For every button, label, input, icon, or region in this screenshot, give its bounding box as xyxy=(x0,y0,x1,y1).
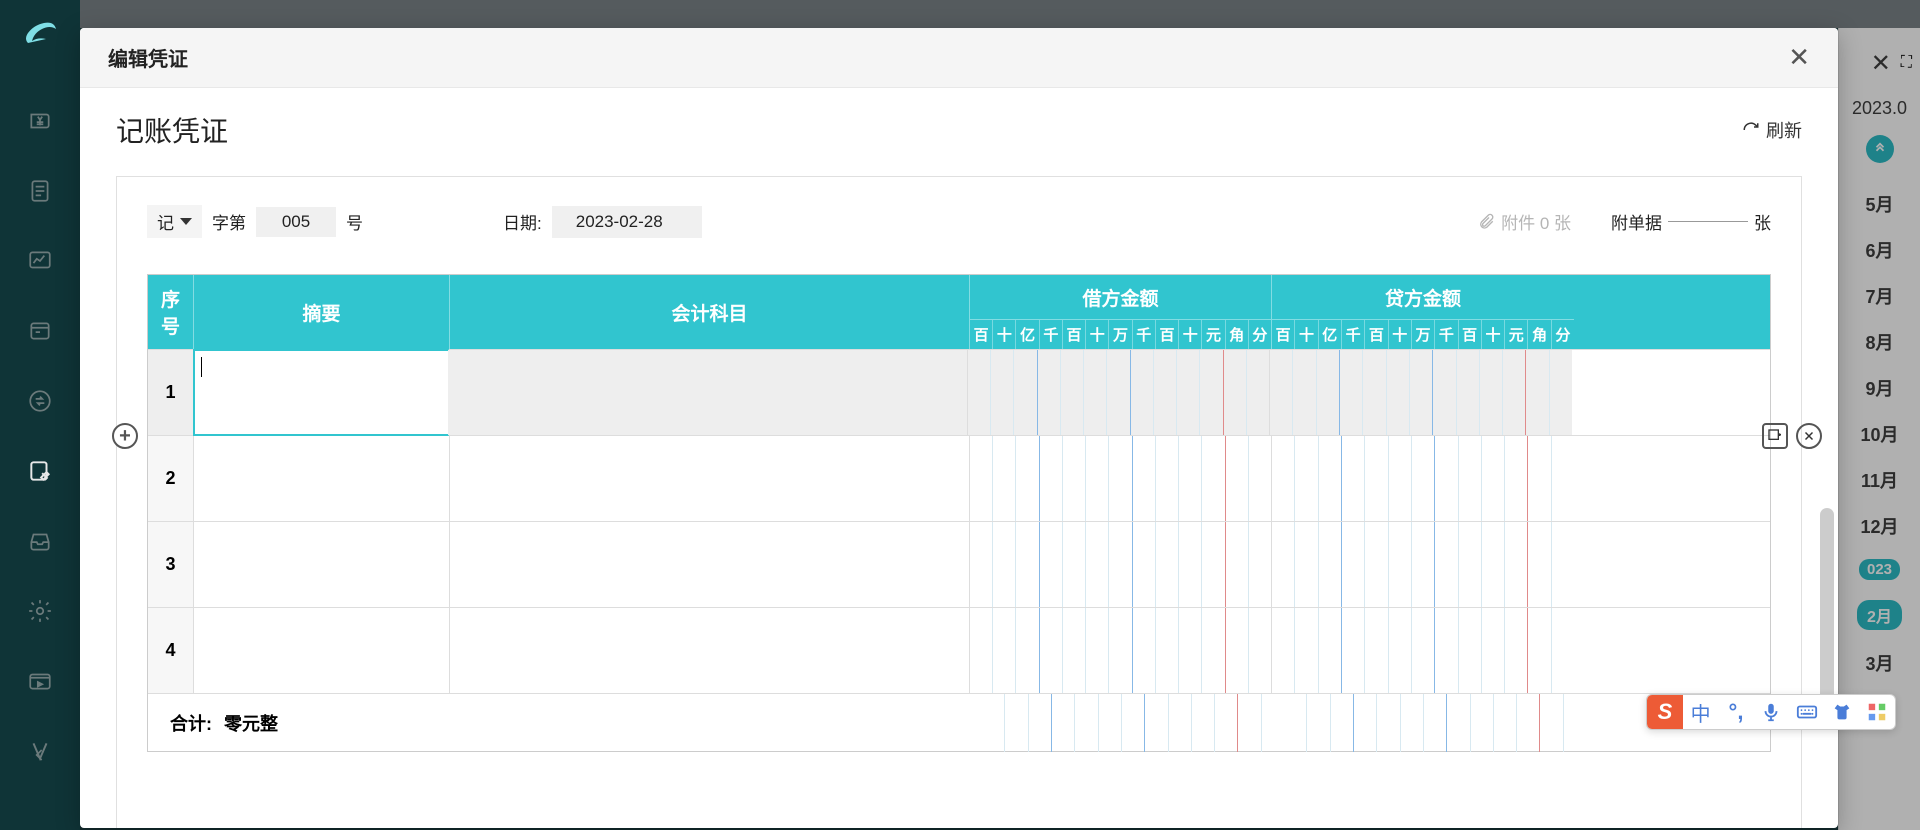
credit-cell[interactable] xyxy=(1270,350,1572,435)
th-summary: 摘要 xyxy=(194,275,450,349)
attach-single-label: 附单据 xyxy=(1611,209,1662,234)
nav-video[interactable] xyxy=(25,666,55,696)
nav-doc[interactable] xyxy=(25,176,55,206)
voucher-table: + 序号 摘要 会计科目 借方金额 百十亿千 xyxy=(147,274,1771,752)
summary-cell[interactable] xyxy=(194,436,450,521)
voucher-number-input[interactable]: 005 xyxy=(256,207,336,237)
nav-transfer[interactable] xyxy=(25,386,55,416)
table-row: 4 xyxy=(148,607,1770,693)
modal-close-button[interactable]: ✕ xyxy=(1788,42,1810,73)
voucher-info-row: 记 字第 005 号 日期: 2023-02-28 附件 0 张 附单据 张 xyxy=(147,205,1771,238)
page-title: 记账凭证 xyxy=(116,110,228,150)
summary-input-active[interactable] xyxy=(193,349,449,436)
row-delete-button[interactable] xyxy=(1796,423,1822,449)
debit-cell[interactable] xyxy=(970,608,1272,693)
paperclip-icon xyxy=(1477,213,1495,231)
credit-digits: 百十亿千百十万千百十元角分 xyxy=(1272,320,1574,349)
th-debit: 借方金额 百十亿千百十万千百十元角分 xyxy=(970,275,1272,349)
total-credit xyxy=(1284,694,1586,752)
date-label: 日期: xyxy=(503,209,542,234)
ime-lang[interactable]: 中 xyxy=(1683,698,1718,727)
nav-inbox[interactable] xyxy=(25,526,55,556)
account-cell[interactable] xyxy=(450,608,970,693)
voucher-card: 记 字第 005 号 日期: 2023-02-28 附件 0 张 附单据 张 xyxy=(116,176,1802,828)
nav-voucher[interactable] xyxy=(25,316,55,346)
modal-header: 编辑凭证 ✕ xyxy=(80,28,1838,88)
summary-cell[interactable] xyxy=(194,608,450,693)
nav-money[interactable] xyxy=(25,106,55,136)
table-row: 3 xyxy=(148,521,1770,607)
sidebar xyxy=(0,0,80,830)
ime-skin-icon[interactable] xyxy=(1824,701,1859,723)
nav-chart[interactable] xyxy=(25,246,55,276)
table-body: 1 2 3 xyxy=(148,349,1770,693)
table-row: 2 xyxy=(148,435,1770,521)
credit-cell[interactable] xyxy=(1272,522,1574,607)
ime-punct-icon[interactable]: °, xyxy=(1718,699,1753,725)
ime-menu-icon[interactable] xyxy=(1860,701,1895,723)
app-logo xyxy=(19,14,61,56)
th-credit: 贷方金额 百十亿千百十万千百十元角分 xyxy=(1272,275,1574,349)
th-account: 会计科目 xyxy=(450,275,970,349)
total-row: 合计: 零元整 xyxy=(148,693,1770,751)
attach-single-input[interactable] xyxy=(1668,221,1748,222)
summary-cell[interactable] xyxy=(194,522,450,607)
debit-cell[interactable] xyxy=(968,350,1270,435)
total-debit xyxy=(982,694,1284,752)
credit-cell[interactable] xyxy=(1272,608,1574,693)
refresh-button[interactable]: 刷新 xyxy=(1742,117,1802,143)
ime-mic-icon[interactable] xyxy=(1754,701,1789,723)
account-cell[interactable] xyxy=(448,350,968,435)
account-cell[interactable] xyxy=(450,522,970,607)
sogou-logo-icon: S xyxy=(1647,694,1683,730)
window-titlebar xyxy=(80,0,1920,28)
account-cell[interactable] xyxy=(450,436,970,521)
nav-voucher-edit[interactable] xyxy=(25,456,55,486)
row-insert-button[interactable] xyxy=(1762,423,1788,449)
date-input[interactable]: 2023-02-28 xyxy=(552,206,702,238)
caret-down-icon xyxy=(180,218,192,225)
debit-cell[interactable] xyxy=(970,522,1272,607)
voucher-type-select[interactable]: 记 xyxy=(147,205,202,238)
nav-settings[interactable] xyxy=(25,596,55,626)
modal-title: 编辑凭证 xyxy=(108,43,188,72)
total-text: 零元整 xyxy=(224,710,278,736)
sidebar-collapse[interactable] xyxy=(25,740,55,770)
debit-digits: 百十亿千百十万千百十元角分 xyxy=(970,320,1271,349)
edit-voucher-modal: 编辑凭证 ✕ 记账凭证 刷新 记 字第 005 号 日期: 2023-02-28 xyxy=(80,28,1838,828)
th-seq: 序号 xyxy=(148,275,194,349)
ime-toolbar[interactable]: S 中 °, xyxy=(1646,694,1896,730)
debit-cell[interactable] xyxy=(970,436,1272,521)
refresh-icon xyxy=(1742,121,1760,139)
ime-keyboard-icon[interactable] xyxy=(1789,701,1824,723)
table-row: 1 xyxy=(148,349,1770,435)
add-row-button[interactable]: + xyxy=(112,423,138,449)
credit-cell[interactable] xyxy=(1272,436,1574,521)
attachment-count[interactable]: 附件 0 张 xyxy=(1477,209,1571,234)
